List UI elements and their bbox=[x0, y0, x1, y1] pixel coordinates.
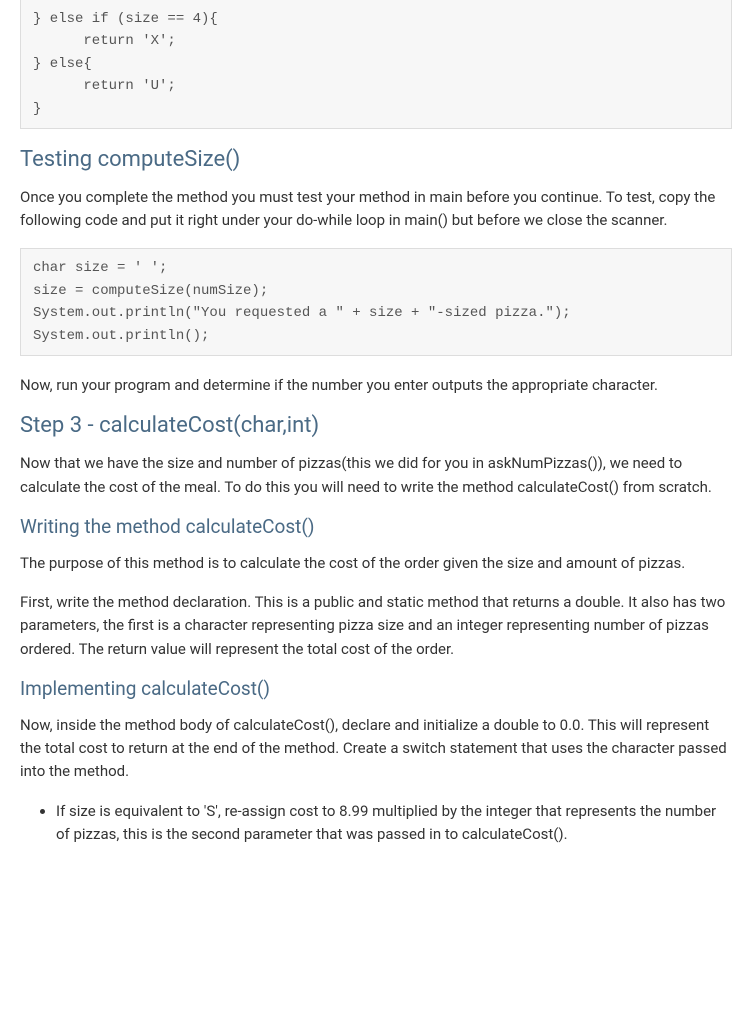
paragraph-implementing-body: Now, inside the method body of calculate… bbox=[20, 714, 732, 784]
heading-implementing: Implementing calculateCost() bbox=[20, 677, 732, 700]
document-body: Testing computeSize() Once you complete … bbox=[0, 147, 752, 882]
list-item-size-s: If size is equivalent to 'S', re-assign … bbox=[56, 800, 732, 847]
heading-step3: Step 3 - calculateCost(char,int) bbox=[20, 413, 732, 438]
paragraph-step3-intro: Now that we have the size and number of … bbox=[20, 452, 732, 499]
bullet-list: If size is equivalent to 'S', re-assign … bbox=[20, 800, 732, 847]
heading-testing-computesize: Testing computeSize() bbox=[20, 147, 732, 172]
paragraph-run-program: Now, run your program and determine if t… bbox=[20, 374, 732, 397]
paragraph-purpose: The purpose of this method is to calcula… bbox=[20, 552, 732, 575]
code-block-test: char size = ' '; size = computeSize(numS… bbox=[20, 248, 732, 356]
paragraph-test-instructions: Once you complete the method you must te… bbox=[20, 186, 732, 233]
heading-writing-method: Writing the method calculateCost() bbox=[20, 515, 732, 538]
paragraph-declaration: First, write the method declaration. Thi… bbox=[20, 591, 732, 661]
code-block-else-if: } else if (size == 4){ return 'X'; } els… bbox=[20, 0, 732, 129]
